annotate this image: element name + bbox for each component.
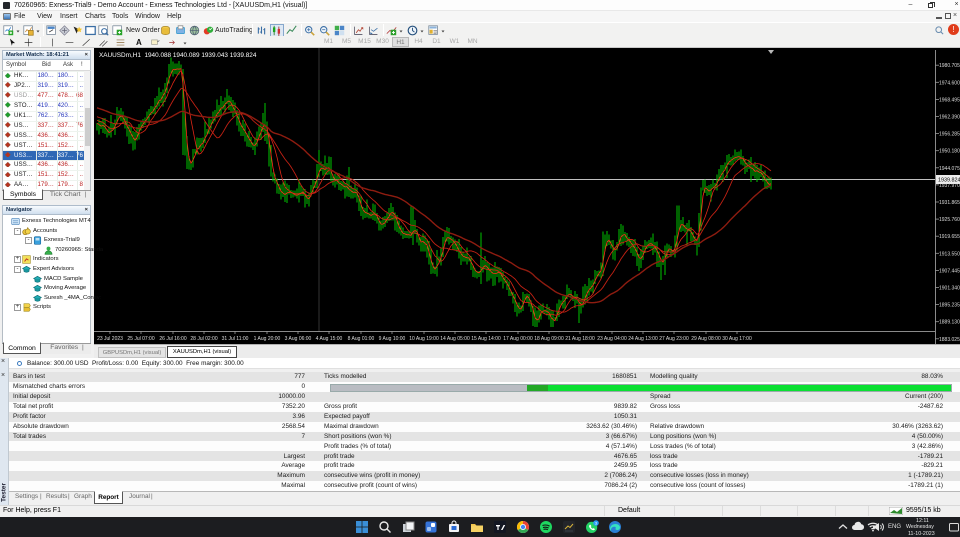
svg-text:9 Aug 10:00: 9 Aug 10:00 [379,336,406,342]
svg-text:27 Aug 23:00: 27 Aug 23:00 [659,336,689,342]
svg-text:1950.180: 1950.180 [939,149,960,155]
svg-text:14 Aug 05:00: 14 Aug 05:00 [440,336,470,342]
svg-text:10 Aug 19:00: 10 Aug 19:00 [409,336,439,342]
svg-text:1901.340: 1901.340 [939,286,960,292]
svg-text:XAUUSDm,H1 1940.088 1940.089: XAUUSDm,H1 1940.088 1940.089 1939.043 19… [99,52,257,59]
svg-text:1931.865: 1931.865 [939,200,960,206]
svg-text:26 Jul 16:00: 26 Jul 16:00 [159,336,186,342]
svg-text:18 Aug 09:00: 18 Aug 09:00 [534,336,564,342]
svg-text:25 Jul 07:00: 25 Jul 07:00 [127,336,154,342]
svg-text:1944.075: 1944.075 [939,166,960,172]
svg-text:1968.495: 1968.495 [939,97,960,103]
svg-text:1913.550: 1913.550 [939,251,960,257]
svg-text:1962.390: 1962.390 [939,115,960,121]
svg-text:1883.025: 1883.025 [939,337,960,343]
svg-text:4 Aug 15:00: 4 Aug 15:00 [316,336,343,342]
svg-text:1895.235: 1895.235 [939,303,960,309]
svg-text:1919.655: 1919.655 [939,234,960,240]
svg-text:1980.705: 1980.705 [939,63,960,69]
svg-text:24 Aug 13:00: 24 Aug 13:00 [628,336,658,342]
svg-text:31 Jul 11:00: 31 Jul 11:00 [222,336,249,342]
svg-text:17 Aug 00:00: 17 Aug 00:00 [503,336,533,342]
svg-text:21 Aug 18:00: 21 Aug 18:00 [565,336,595,342]
svg-text:23 Aug 04:00: 23 Aug 04:00 [597,336,627,342]
svg-text:15 Aug 14:00: 15 Aug 14:00 [471,336,501,342]
svg-text:8 Aug 01:00: 8 Aug 01:00 [348,336,375,342]
svg-text:1974.600: 1974.600 [939,80,960,86]
svg-text:30 Aug 17:00: 30 Aug 17:00 [722,336,752,342]
svg-text:3 Aug 06:00: 3 Aug 06:00 [285,336,312,342]
svg-text:1889.130: 1889.130 [939,320,960,326]
svg-text:29 Aug 08:00: 29 Aug 08:00 [691,336,721,342]
svg-text:1 Aug 20:00: 1 Aug 20:00 [254,336,281,342]
svg-text:1925.760: 1925.760 [939,217,960,223]
svg-text:23 Jul 2023: 23 Jul 2023 [97,336,123,342]
svg-text:1937.970: 1937.970 [939,183,960,189]
svg-text:28 Jul 02:00: 28 Jul 02:00 [190,336,217,342]
svg-text:1907.445: 1907.445 [939,268,960,274]
svg-text:1956.285: 1956.285 [939,132,960,138]
